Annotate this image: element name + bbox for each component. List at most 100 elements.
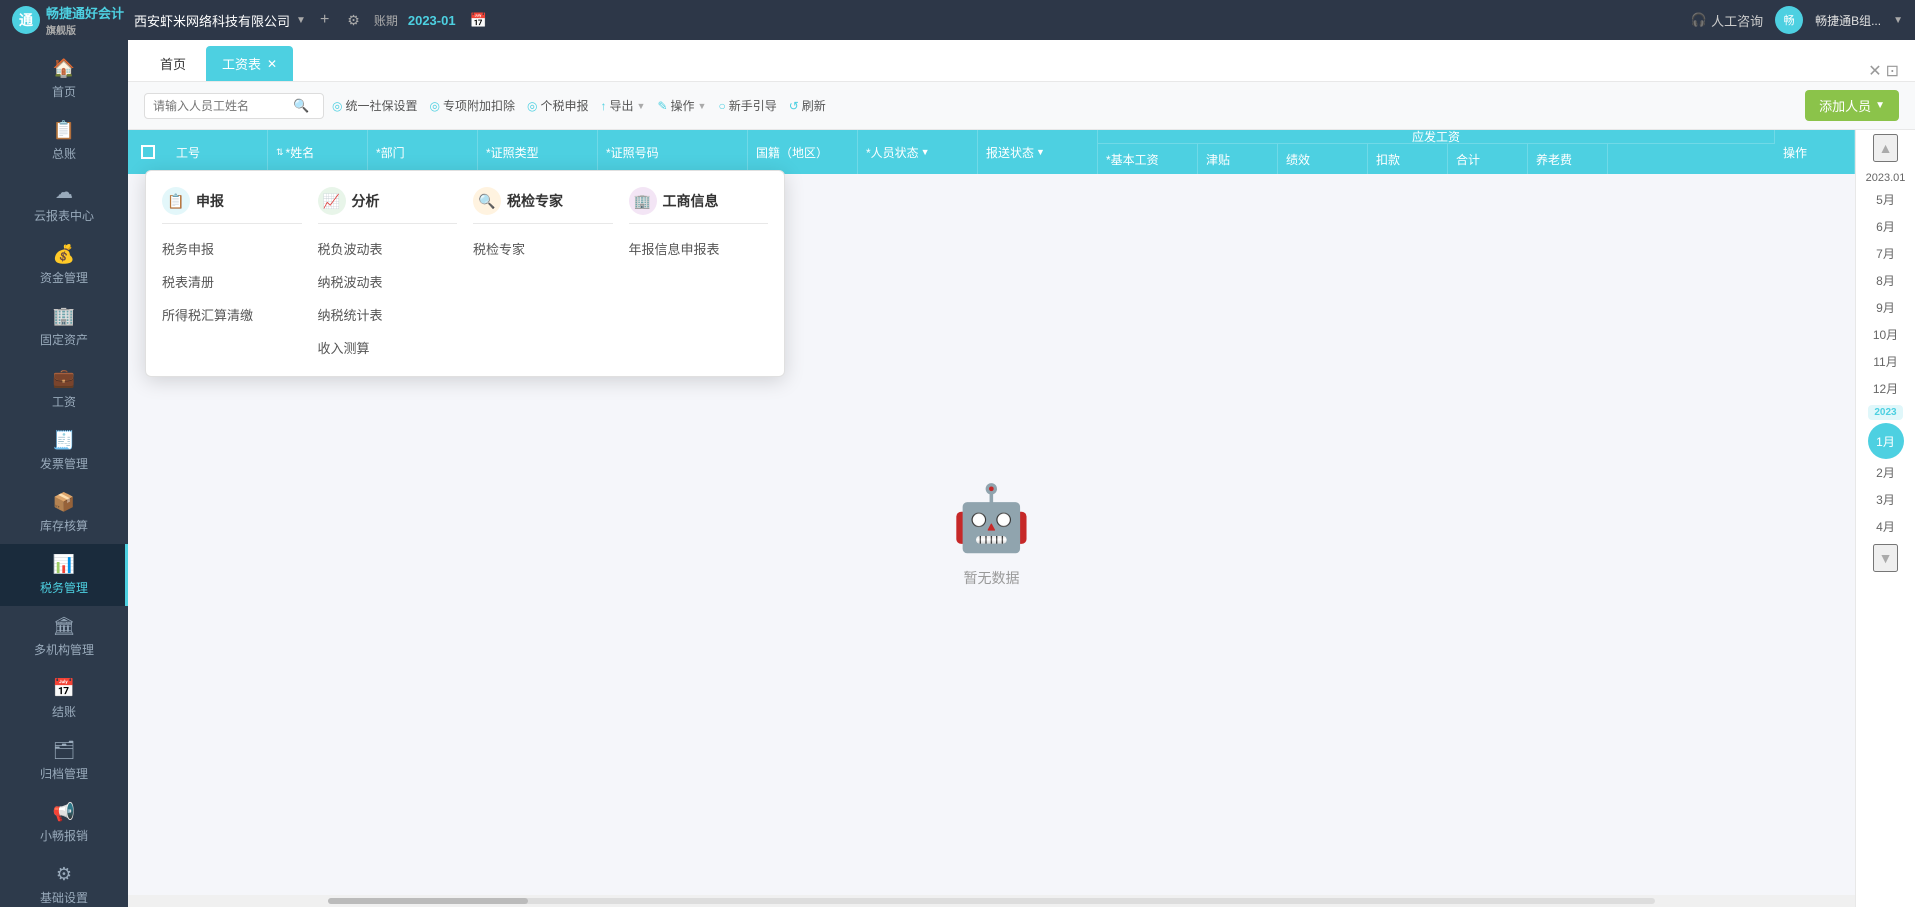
archive-icon: 🗂 [53, 740, 76, 761]
sidebar-item-cloud-report[interactable]: ☁ 云报表中心 [0, 172, 128, 234]
cal-month-11[interactable]: 11月 [1856, 348, 1915, 375]
sidebar-item-inventory[interactable]: 📦 库存核算 [0, 482, 128, 544]
sidebar-item-archive[interactable]: 🗂 归档管理 [0, 730, 128, 792]
th-cert-no: *证照号码 [598, 130, 748, 174]
analysis-icon: 📈 [318, 187, 346, 215]
fixed-assets-icon: 🏢 [53, 306, 75, 327]
add-person-arrow-icon: ▼ [1875, 100, 1885, 111]
close-period-icon: 📅 [53, 678, 75, 699]
cal-month-10[interactable]: 10月 [1856, 321, 1915, 348]
logo-area: 通 畅捷通好会计 旗舰版 [12, 3, 124, 37]
cal-month-9[interactable]: 9月 [1856, 294, 1915, 321]
sidebar-item-invoice[interactable]: 🧾 发票管理 [0, 420, 128, 482]
cal-month-1-active[interactable]: 1月 [1868, 423, 1904, 459]
salary-icon: 💼 [53, 368, 75, 389]
search-input[interactable] [153, 99, 293, 113]
cal-month-8[interactable]: 8月 [1856, 267, 1915, 294]
sidebar-item-salary[interactable]: 💼 工资 [0, 358, 128, 420]
sidebar-item-home[interactable]: 🏠 首页 [0, 48, 128, 110]
menu-item-annual-report[interactable]: 年报信息申报表 [629, 236, 769, 261]
multi-org-icon: 🏛 [53, 616, 76, 637]
menu-item-tax-expert[interactable]: 税检专家 [473, 236, 613, 261]
personal-tax-btn[interactable]: ◎ 个税申报 [527, 97, 589, 114]
export-btn[interactable]: ↑ 导出 ▼ [601, 97, 646, 114]
expand-panel-btn[interactable]: ⊡ [1886, 61, 1899, 81]
cal-month-7[interactable]: 7月 [1856, 240, 1915, 267]
sidebar-item-tax[interactable]: 📊 税务管理 [0, 544, 128, 606]
new-guide-btn[interactable]: ○ 新手引导 [718, 97, 776, 114]
ledger-icon: 📋 [53, 120, 75, 141]
filter-person-status-icon[interactable]: ▼ [921, 147, 930, 157]
table-header: 工号 ⇅*姓名 *部门 *证照类型 *证照号码 国籍（地区） *人员状态 ▼ 报… [128, 130, 1855, 174]
cal-month-2[interactable]: 2月 [1856, 459, 1915, 486]
toolbar-actions: ◎ 统一社保设置 ◎ 专项附加扣除 ◎ 个税申报 ↑ 导出 ▼ ✎ [332, 97, 826, 114]
select-all-checkbox[interactable] [141, 145, 155, 159]
section-tax-expert-title: 🔍 税检专家 [473, 187, 613, 224]
menu-section-business-info: 🏢 工商信息 年报信息申报表 [629, 187, 769, 360]
menu-item-tax-declaration[interactable]: 税务申报 [162, 236, 302, 261]
menu-item-tax-form[interactable]: 税表清册 [162, 269, 302, 294]
calendar-panel: ▲ 2023.01 5月 6月 7月 8月 9月 10月 11月 12月 202… [1855, 130, 1915, 907]
special-deduction-btn[interactable]: ◎ 专项附加扣除 [430, 97, 516, 114]
add-company-btn[interactable]: + [316, 7, 333, 33]
sort-icon: ⇅ [276, 147, 284, 158]
period-label: 账期 [374, 12, 398, 29]
add-person-btn[interactable]: 添加人员 ▼ [1805, 90, 1899, 121]
service-btn[interactable]: 🎧 人工咨询 [1691, 11, 1763, 30]
tab-home[interactable]: 首页 [144, 46, 202, 81]
menu-item-income-calc[interactable]: 收入测算 [318, 335, 458, 360]
search-wrapper[interactable]: 🔍 [144, 93, 324, 119]
filter-report-status-icon[interactable]: ▼ [1036, 147, 1045, 157]
calendar-down-btn[interactable]: ▼ [1873, 544, 1899, 572]
sidebar-item-fixed-assets[interactable]: 🏢 固定资产 [0, 296, 128, 358]
sidebar-item-ledger[interactable]: 📋 总账 [0, 110, 128, 172]
close-panel-btn[interactable]: ✕ [1868, 61, 1881, 81]
cal-year-label-2023: 2023 [1868, 405, 1902, 420]
chevron-down-icon: ▼ [296, 15, 306, 26]
settings-icon[interactable]: ⚙ [343, 8, 364, 33]
search-icon: 🔍 [293, 98, 309, 114]
operations-btn[interactable]: ✎ 操作 ▼ [657, 97, 706, 114]
refresh-btn[interactable]: ↺ 刷新 [789, 97, 826, 114]
cal-month-3[interactable]: 3月 [1856, 486, 1915, 513]
cloud-icon: ☁ [55, 182, 73, 203]
th-report-status: 报送状态 ▼ [978, 130, 1098, 174]
sidebar: 🏠 首页 📋 总账 ☁ 云报表中心 💰 资金管理 🏢 固定资产 💼 工资 🧾 发… [0, 40, 128, 907]
menu-item-tax-burden[interactable]: 税负波动表 [318, 236, 458, 261]
user-name[interactable]: 畅捷通B组... [1815, 12, 1881, 29]
tab-salary-table[interactable]: 工资表 ✕ [206, 46, 293, 81]
sidebar-item-basic-settings[interactable]: ⚙ 基础设置 [0, 854, 128, 907]
th-pension: 养老费 [1528, 144, 1608, 174]
app-title: 畅捷通好会计 [46, 3, 124, 22]
headset-icon: 🎧 [1691, 12, 1707, 28]
menu-section-declaration: 📋 申报 税务申报 税表清册 所得税汇算清缴 [162, 187, 302, 360]
menu-item-tax-stats[interactable]: 纳税统计表 [318, 302, 458, 327]
new-guide-icon: ○ [718, 99, 725, 113]
company-selector[interactable]: 西安虾米网络科技有限公司 ▼ [134, 11, 306, 30]
cal-month-4[interactable]: 4月 [1856, 513, 1915, 540]
menu-item-tax-payment[interactable]: 纳税波动表 [318, 269, 458, 294]
cal-month-6[interactable]: 6月 [1856, 213, 1915, 240]
sidebar-item-multi-org[interactable]: 🏛 多机构管理 [0, 606, 128, 668]
scrollbar-track[interactable] [328, 898, 1655, 904]
tax-expert-icon: 🔍 [473, 187, 501, 215]
section-declaration-title: 📋 申报 [162, 187, 302, 224]
inventory-icon: 📦 [53, 492, 75, 513]
salary-group-label: 应发工资 [1098, 130, 1775, 144]
checkbox-col-header[interactable] [128, 145, 168, 159]
tab-close-icon[interactable]: ✕ [267, 57, 277, 71]
calendar-icon[interactable]: 📅 [466, 8, 491, 33]
social-security-btn[interactable]: ◎ 统一社保设置 [332, 97, 418, 114]
tab-salary-label: 工资表 [222, 54, 261, 73]
active-indicator [125, 544, 128, 606]
cal-month-5[interactable]: 5月 [1856, 186, 1915, 213]
sidebar-item-funds[interactable]: 💰 资金管理 [0, 234, 128, 296]
sidebar-item-xiaochang[interactable]: 📢 小畅报销 [0, 792, 128, 854]
export-icon: ↑ [601, 99, 607, 113]
menu-item-income-tax-calc[interactable]: 所得税汇算清缴 [162, 302, 302, 327]
section-analysis-title: 📈 分析 [318, 187, 458, 224]
sidebar-item-close-period[interactable]: 📅 结账 [0, 668, 128, 730]
scrollbar-thumb[interactable] [328, 898, 528, 904]
cal-month-12[interactable]: 12月 [1856, 375, 1915, 402]
calendar-up-btn[interactable]: ▲ [1873, 134, 1899, 162]
